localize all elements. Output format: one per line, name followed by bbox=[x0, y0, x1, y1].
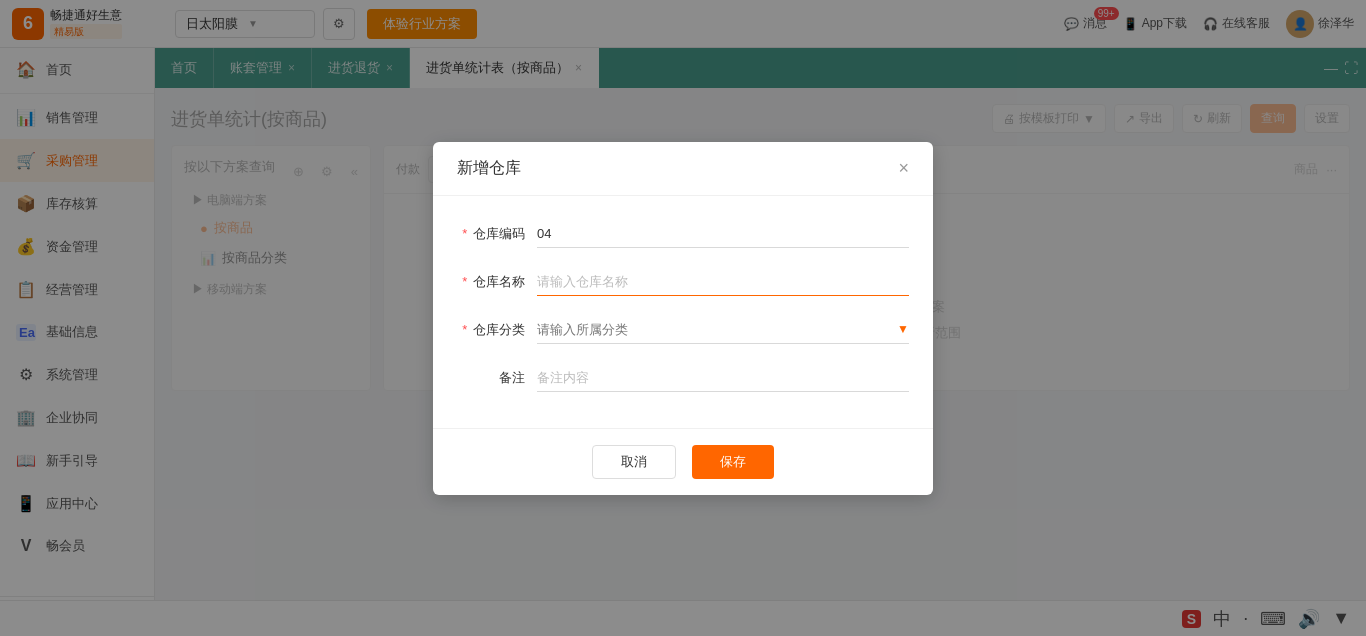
code-label: * 仓库编码 bbox=[457, 225, 537, 243]
required-star-3: * bbox=[462, 322, 467, 337]
dialog-footer: 取消 保存 bbox=[433, 428, 933, 495]
required-star-2: * bbox=[462, 274, 467, 289]
dialog-body: * 仓库编码 * 仓库名称 * 仓库分类 bbox=[433, 196, 933, 428]
dialog-overlay: 新增仓库 × * 仓库编码 * 仓库名称 bbox=[0, 0, 1366, 636]
required-star: * bbox=[462, 226, 467, 241]
form-row-code: * 仓库编码 bbox=[457, 220, 909, 248]
warehouse-code-input[interactable] bbox=[537, 220, 909, 248]
category-select[interactable]: ▼ bbox=[537, 316, 909, 344]
dialog-close-button[interactable]: × bbox=[898, 158, 909, 179]
name-label: * 仓库名称 bbox=[457, 273, 537, 291]
form-row-category: * 仓库分类 ▼ bbox=[457, 316, 909, 344]
dialog-title: 新增仓库 bbox=[457, 158, 521, 179]
category-label: * 仓库分类 bbox=[457, 321, 537, 339]
remark-input[interactable] bbox=[537, 364, 909, 392]
new-warehouse-dialog: 新增仓库 × * 仓库编码 * 仓库名称 bbox=[433, 142, 933, 495]
save-button[interactable]: 保存 bbox=[692, 445, 774, 479]
warehouse-name-input[interactable] bbox=[537, 268, 909, 296]
category-dropdown-icon: ▼ bbox=[897, 322, 909, 336]
cancel-button[interactable]: 取消 bbox=[592, 445, 676, 479]
dialog-header: 新增仓库 × bbox=[433, 142, 933, 196]
form-row-name: * 仓库名称 bbox=[457, 268, 909, 296]
form-row-remark: 备注 bbox=[457, 364, 909, 392]
remark-label: 备注 bbox=[457, 369, 537, 387]
category-input[interactable] bbox=[537, 322, 897, 337]
